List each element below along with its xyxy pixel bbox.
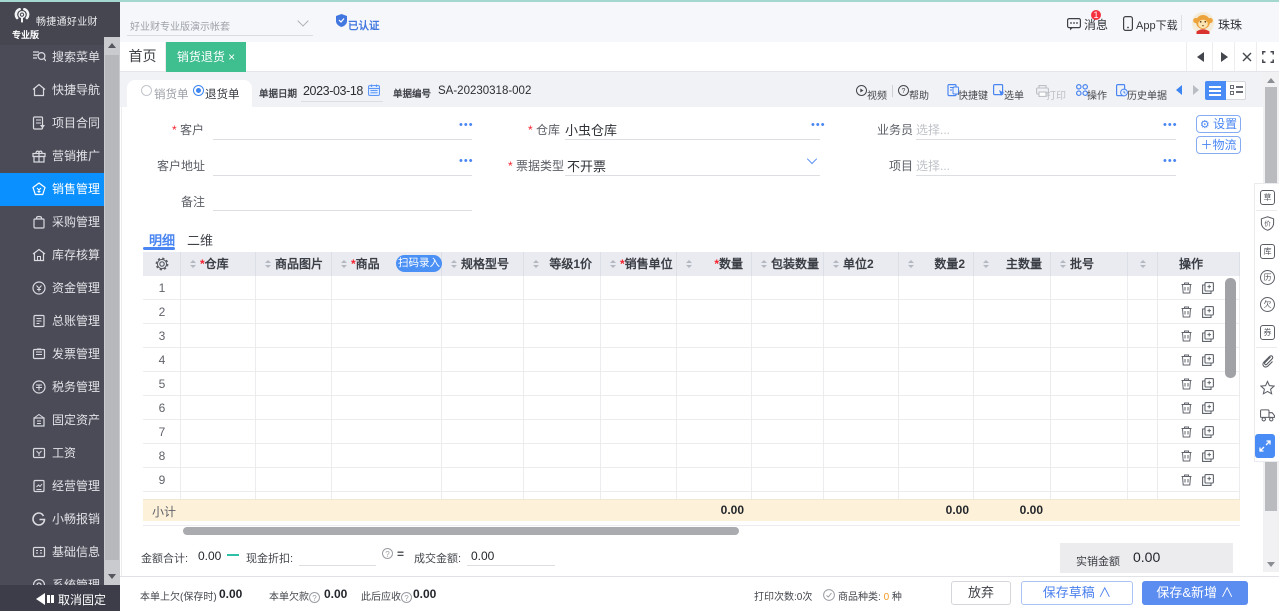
svg-text:?: ? (902, 88, 906, 95)
svg-text:价: 价 (1264, 220, 1271, 228)
